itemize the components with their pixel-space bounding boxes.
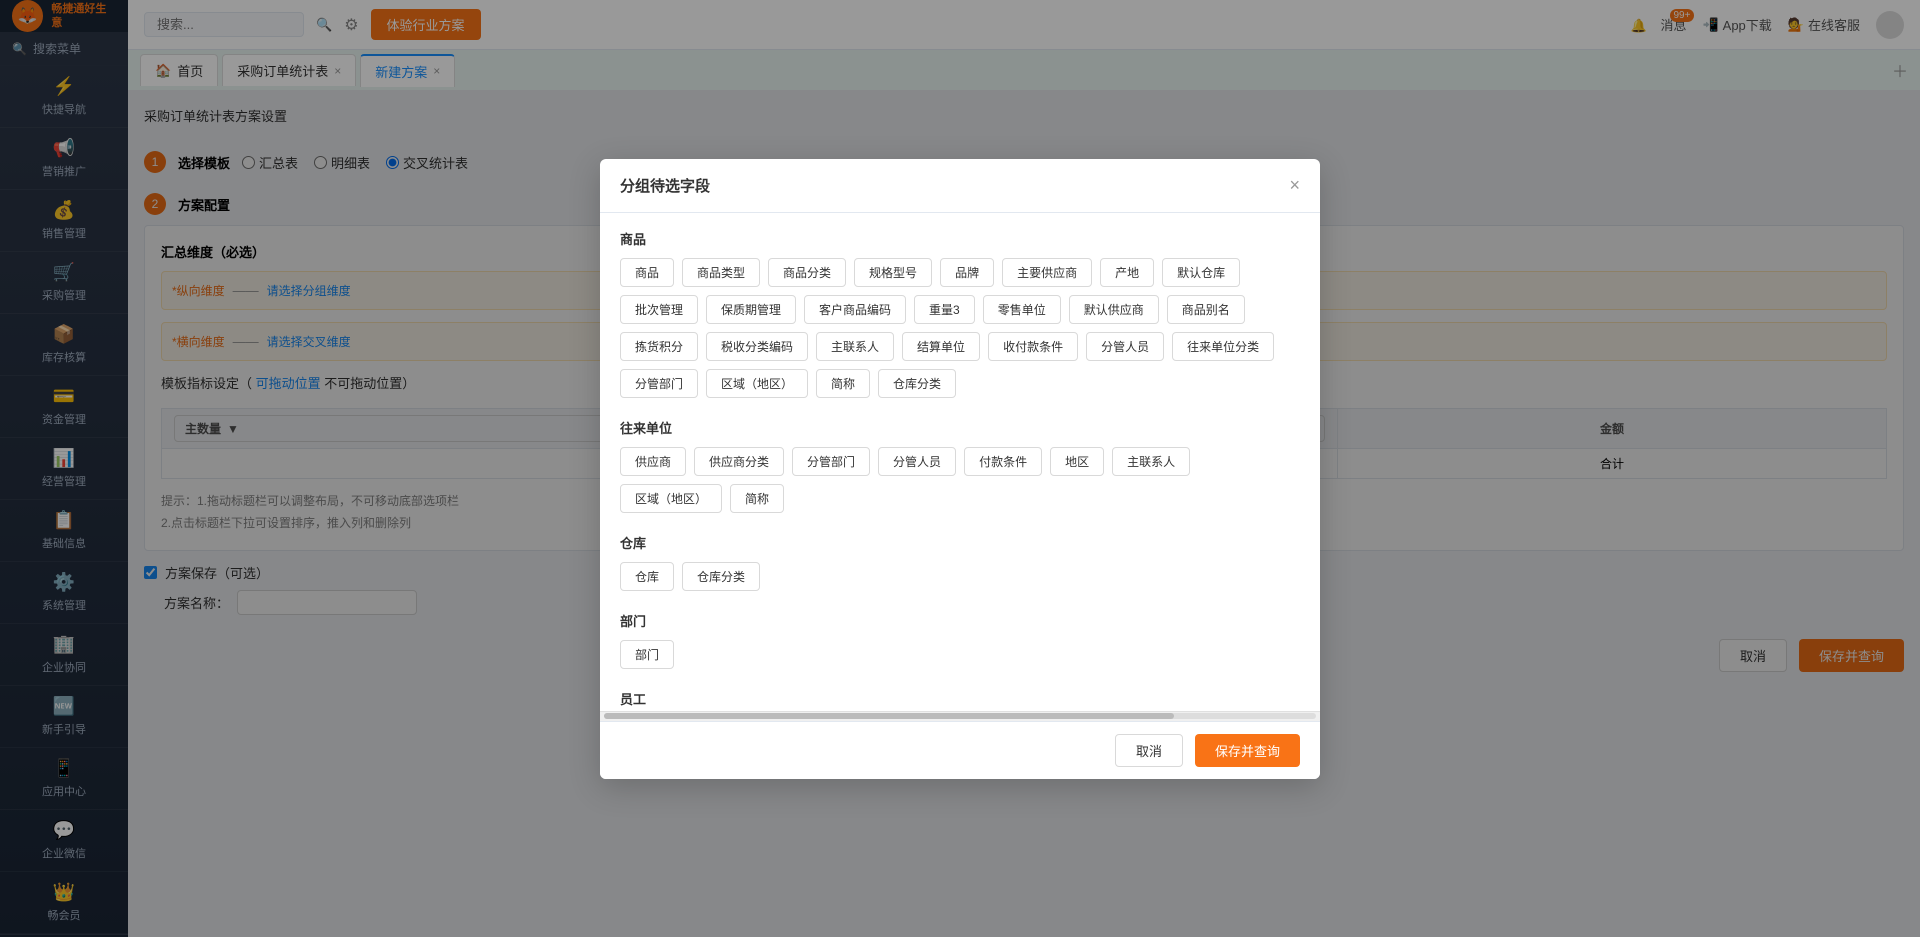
field-tag-short-name[interactable]: 简称 — [816, 369, 870, 398]
modal-header: 分组待选字段 × — [600, 159, 1320, 213]
field-tag-weight3[interactable]: 重量3 — [914, 295, 975, 324]
field-group-dept: 部门 部门 — [620, 611, 1300, 669]
field-tag-short-name2[interactable]: 简称 — [730, 484, 784, 513]
field-tag-supplier-category[interactable]: 供应商分类 — [694, 447, 784, 476]
field-tag-dept[interactable]: 分管部门 — [792, 447, 870, 476]
field-tag-payment-cond[interactable]: 付款条件 — [964, 447, 1042, 476]
group-title-staff: 员工 — [620, 689, 1300, 708]
field-tag-region2[interactable]: 区域（地区） — [620, 484, 722, 513]
modal-cancel-button[interactable]: 取消 — [1115, 734, 1183, 767]
field-tag-default-supplier[interactable]: 默认供应商 — [1069, 295, 1159, 324]
warehouse-field-tags: 仓库 仓库分类 — [620, 562, 1300, 591]
group-title-dept: 部门 — [620, 611, 1300, 630]
field-tag-product[interactable]: 商品 — [620, 258, 674, 287]
field-tag-wh-category[interactable]: 仓库分类 — [682, 562, 760, 591]
modal-body[interactable]: 商品 商品 商品类型 商品分类 规格型号 品牌 主要供应商 产地 默认仓库 批次… — [600, 213, 1320, 712]
field-tag-retail-unit[interactable]: 零售单位 — [983, 295, 1061, 324]
field-tag-dept-staff[interactable]: 分管人员 — [878, 447, 956, 476]
field-tag-wh[interactable]: 仓库 — [620, 562, 674, 591]
modal-save-query-button[interactable]: 保存并查询 — [1195, 734, 1300, 767]
group-title-warehouse: 仓库 — [620, 533, 1300, 552]
field-tag-warehouse-category[interactable]: 仓库分类 — [878, 369, 956, 398]
field-tag-contact[interactable]: 主联系人 — [1112, 447, 1190, 476]
modal-overlay: 分组待选字段 × 商品 商品 商品类型 商品分类 规格型号 品牌 主要供应商 产… — [0, 0, 1920, 937]
field-tag-area[interactable]: 地区 — [1050, 447, 1104, 476]
modal-horizontal-scrollbar[interactable] — [600, 711, 1320, 720]
field-tag-quality-mgmt[interactable]: 保质期管理 — [706, 295, 796, 324]
counterpart-field-tags: 供应商 供应商分类 分管部门 分管人员 付款条件 地区 主联系人 区域（地区） … — [620, 447, 1300, 513]
field-group-counterpart: 往来单位 供应商 供应商分类 分管部门 分管人员 付款条件 地区 主联系人 区域… — [620, 418, 1300, 513]
field-group-staff: 员工 业务员 — [620, 689, 1300, 712]
modal: 分组待选字段 × 商品 商品 商品类型 商品分类 规格型号 品牌 主要供应商 产… — [600, 159, 1320, 779]
field-tag-product-category[interactable]: 商品分类 — [768, 258, 846, 287]
field-tag-region[interactable]: 区域（地区） — [706, 369, 808, 398]
field-tag-settle-unit[interactable]: 结算单位 — [902, 332, 980, 361]
group-title-counterpart: 往来单位 — [620, 418, 1300, 437]
field-tag-product-type[interactable]: 商品类型 — [682, 258, 760, 287]
field-tag-payment-terms[interactable]: 收付款条件 — [988, 332, 1078, 361]
modal-title: 分组待选字段 — [620, 175, 710, 196]
field-tag-batch-mgmt[interactable]: 批次管理 — [620, 295, 698, 324]
field-tag-origin[interactable]: 产地 — [1100, 258, 1154, 287]
field-tag-default-warehouse[interactable]: 默认仓库 — [1162, 258, 1240, 287]
field-tag-brand[interactable]: 品牌 — [940, 258, 994, 287]
product-field-tags: 商品 商品类型 商品分类 规格型号 品牌 主要供应商 产地 默认仓库 批次管理 … — [620, 258, 1300, 398]
field-tag-pick-score[interactable]: 拣货积分 — [620, 332, 698, 361]
field-tag-main-supplier[interactable]: 主要供应商 — [1002, 258, 1092, 287]
field-tag-mgmt-dept[interactable]: 分管部门 — [620, 369, 698, 398]
field-tag-from-unit-category[interactable]: 往来单位分类 — [1172, 332, 1274, 361]
field-group-warehouse: 仓库 仓库 仓库分类 — [620, 533, 1300, 591]
modal-close-button[interactable]: × — [1289, 175, 1300, 196]
h-scrollbar-thumb[interactable] — [604, 713, 1174, 719]
modal-footer: 取消 保存并查询 — [600, 721, 1320, 779]
group-title-product: 商品 — [620, 229, 1300, 248]
field-tag-customer-code[interactable]: 客户商品编码 — [804, 295, 906, 324]
field-tag-spec-type[interactable]: 规格型号 — [854, 258, 932, 287]
field-tag-product-alias[interactable]: 商品别名 — [1167, 295, 1245, 324]
h-scrollbar-track[interactable] — [604, 713, 1316, 719]
dept-field-tags: 部门 — [620, 640, 1300, 669]
field-tag-supplier[interactable]: 供应商 — [620, 447, 686, 476]
field-tag-tax-code[interactable]: 税收分类编码 — [706, 332, 808, 361]
field-tag-mgmt-staff[interactable]: 分管人员 — [1086, 332, 1164, 361]
field-group-product: 商品 商品 商品类型 商品分类 规格型号 品牌 主要供应商 产地 默认仓库 批次… — [620, 229, 1300, 398]
field-tag-main-contact[interactable]: 主联系人 — [816, 332, 894, 361]
field-tag-department[interactable]: 部门 — [620, 640, 674, 669]
